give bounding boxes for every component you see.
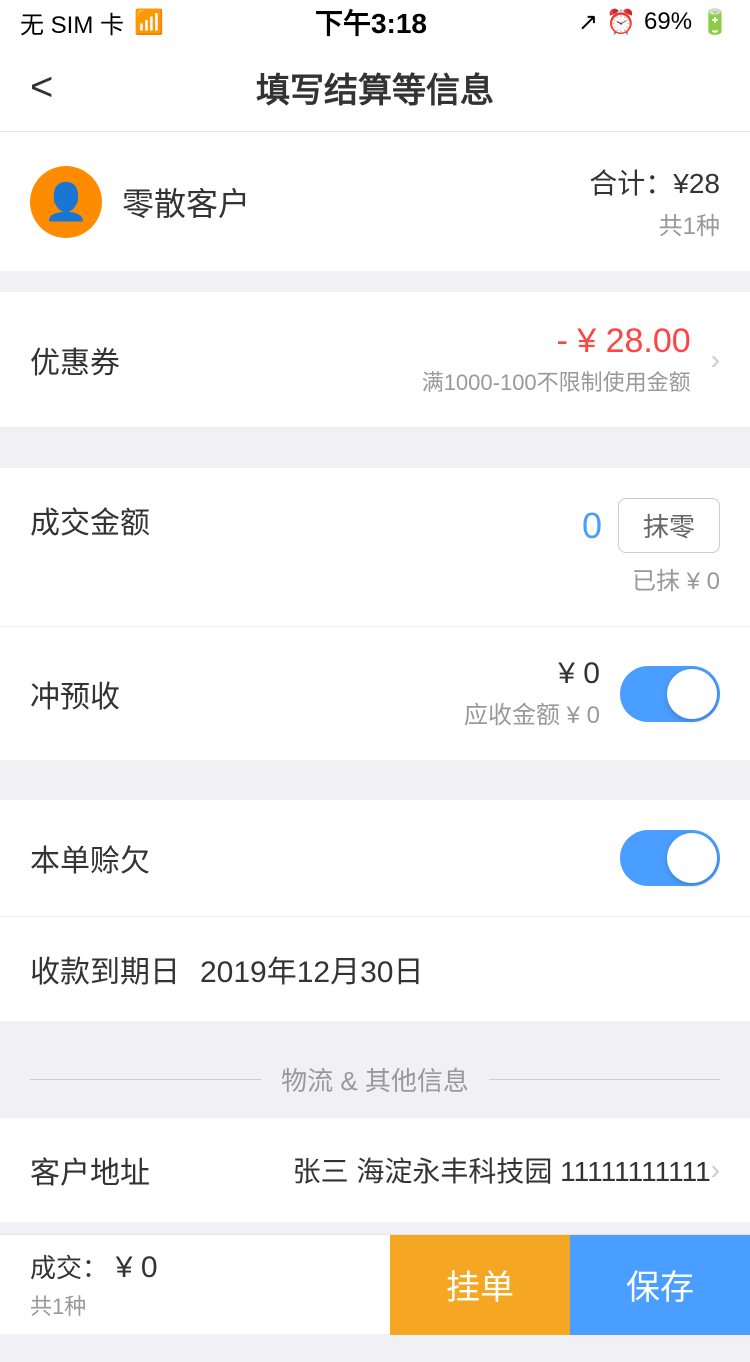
wifi-icon: 📶	[134, 8, 164, 37]
customer-total: 合计：¥28 共1种	[589, 162, 720, 241]
bottom-deal-label: 成交：	[30, 1253, 108, 1283]
transaction-section: 成交金额 0 抹零 已抹 ¥ 0 冲预收 ¥ 0 应收金额 ¥ 0	[0, 467, 750, 760]
save-button[interactable]: 保存	[570, 1235, 750, 1335]
avatar-icon: 👤	[44, 181, 89, 223]
separator-2	[0, 780, 750, 800]
debt-label: 本单赊欠	[30, 836, 150, 880]
logistics-divider: 物流 & 其他信息	[0, 1041, 750, 1118]
coupon-row[interactable]: 优惠券 - ¥ 28.00 满1000-100不限制使用金额 ›	[0, 291, 750, 427]
status-bar: 无 SIM 卡 📶 下午3:18 ↗ ⏰ 69% 🔋	[0, 0, 750, 44]
address-chevron-icon: ›	[711, 1154, 720, 1186]
prereceive-row: 冲预收 ¥ 0 应收金额 ¥ 0	[0, 626, 750, 760]
bottom-info: 成交： ¥ 0 共1种	[0, 1248, 390, 1321]
battery-icon: 🔋	[700, 8, 730, 37]
amount-input-row: 0 抹零	[582, 498, 720, 553]
pending-button[interactable]: 挂单	[390, 1235, 570, 1335]
transaction-label: 成交金额	[30, 498, 150, 542]
avatar: 👤	[30, 166, 102, 238]
bottom-count: 共1种	[30, 1289, 360, 1321]
transaction-right: 0 抹零 已抹 ¥ 0	[582, 498, 720, 596]
debt-toggle[interactable]	[620, 830, 720, 886]
coupon-value-container: - ¥ 28.00 满1000-100不限制使用金额	[422, 322, 691, 397]
back-button[interactable]: <	[30, 65, 53, 110]
address-label: 客户地址	[30, 1148, 150, 1192]
customer-row: 👤 零散客户 合计：¥28 共1种	[0, 132, 750, 271]
due-date-row[interactable]: 收款到期日 2019年12月30日	[0, 916, 750, 1021]
coupon-label: 优惠券	[30, 338, 120, 382]
status-left: 无 SIM 卡 📶	[20, 5, 164, 40]
address-section: 客户地址 张三 海淀永丰科技园 11111111111 ›	[0, 1118, 750, 1222]
coupon-desc: 满1000-100不限制使用金额	[422, 365, 691, 397]
coupon-right: - ¥ 28.00 满1000-100不限制使用金额 ›	[422, 322, 720, 397]
bottom-deal-value: ¥ 0	[116, 1251, 158, 1284]
address-row[interactable]: 客户地址 张三 海淀永丰科技园 11111111111 ›	[0, 1118, 750, 1222]
bottom-deal-row: 成交： ¥ 0	[30, 1248, 360, 1285]
total-count: 共1种	[589, 206, 720, 241]
debt-row: 本单赊欠	[0, 800, 750, 916]
prereceive-amount: ¥ 0	[464, 657, 600, 691]
due-date-label: 收款到期日	[30, 947, 180, 991]
status-time: 下午3:18	[315, 2, 427, 42]
alarm-icon: ⏰	[606, 8, 636, 37]
prereceive-right: ¥ 0 应收金额 ¥ 0	[464, 657, 720, 730]
coupon-section: 优惠券 - ¥ 28.00 满1000-100不限制使用金额 ›	[0, 291, 750, 427]
battery-text: 69%	[644, 8, 692, 36]
transaction-row: 成交金额 0 抹零 已抹 ¥ 0	[0, 467, 750, 626]
due-date-value: 2019年12月30日	[200, 947, 423, 991]
debt-section: 本单赊欠 收款到期日 2019年12月30日	[0, 800, 750, 1021]
status-right: ↗ ⏰ 69% 🔋	[578, 8, 730, 37]
bottom-bar: 成交： ¥ 0 共1种 挂单 保存	[0, 1234, 750, 1334]
customer-left: 👤 零散客户	[30, 166, 250, 238]
main-content: 👤 零散客户 合计：¥28 共1种 优惠券 - ¥ 28.00 满1000-10…	[0, 132, 750, 1362]
page-title: 填写结算等信息	[256, 63, 494, 112]
address-value: 张三 海淀永丰科技园 11111111111	[180, 1150, 711, 1190]
transaction-value[interactable]: 0	[582, 505, 602, 547]
prereceive-values: ¥ 0 应收金额 ¥ 0	[464, 657, 600, 730]
round-button[interactable]: 抹零	[618, 498, 720, 553]
toggle-knob	[667, 669, 717, 719]
logistics-label: 物流 & 其他信息	[281, 1061, 469, 1098]
location-icon: ↗	[578, 8, 598, 37]
coupon-discount: - ¥ 28.00	[422, 322, 691, 361]
prereceive-toggle[interactable]	[620, 666, 720, 722]
total-amount-label: 合计：¥28	[589, 162, 720, 202]
transaction-sub-text: 已抹 ¥ 0	[632, 561, 720, 596]
prereceive-label: 冲预收	[30, 672, 120, 716]
carrier-text: 无 SIM 卡	[20, 5, 124, 40]
customer-section: 👤 零散客户 合计：¥28 共1种	[0, 132, 750, 271]
prereceive-sub: 应收金额 ¥ 0	[464, 695, 600, 730]
customer-name: 零散客户	[122, 179, 250, 225]
debt-toggle-knob	[667, 833, 717, 883]
chevron-right-icon: ›	[711, 344, 720, 376]
separator-1	[0, 447, 750, 467]
nav-bar: < 填写结算等信息	[0, 44, 750, 132]
divider-line-right	[489, 1079, 720, 1080]
divider-line-left	[30, 1079, 261, 1080]
